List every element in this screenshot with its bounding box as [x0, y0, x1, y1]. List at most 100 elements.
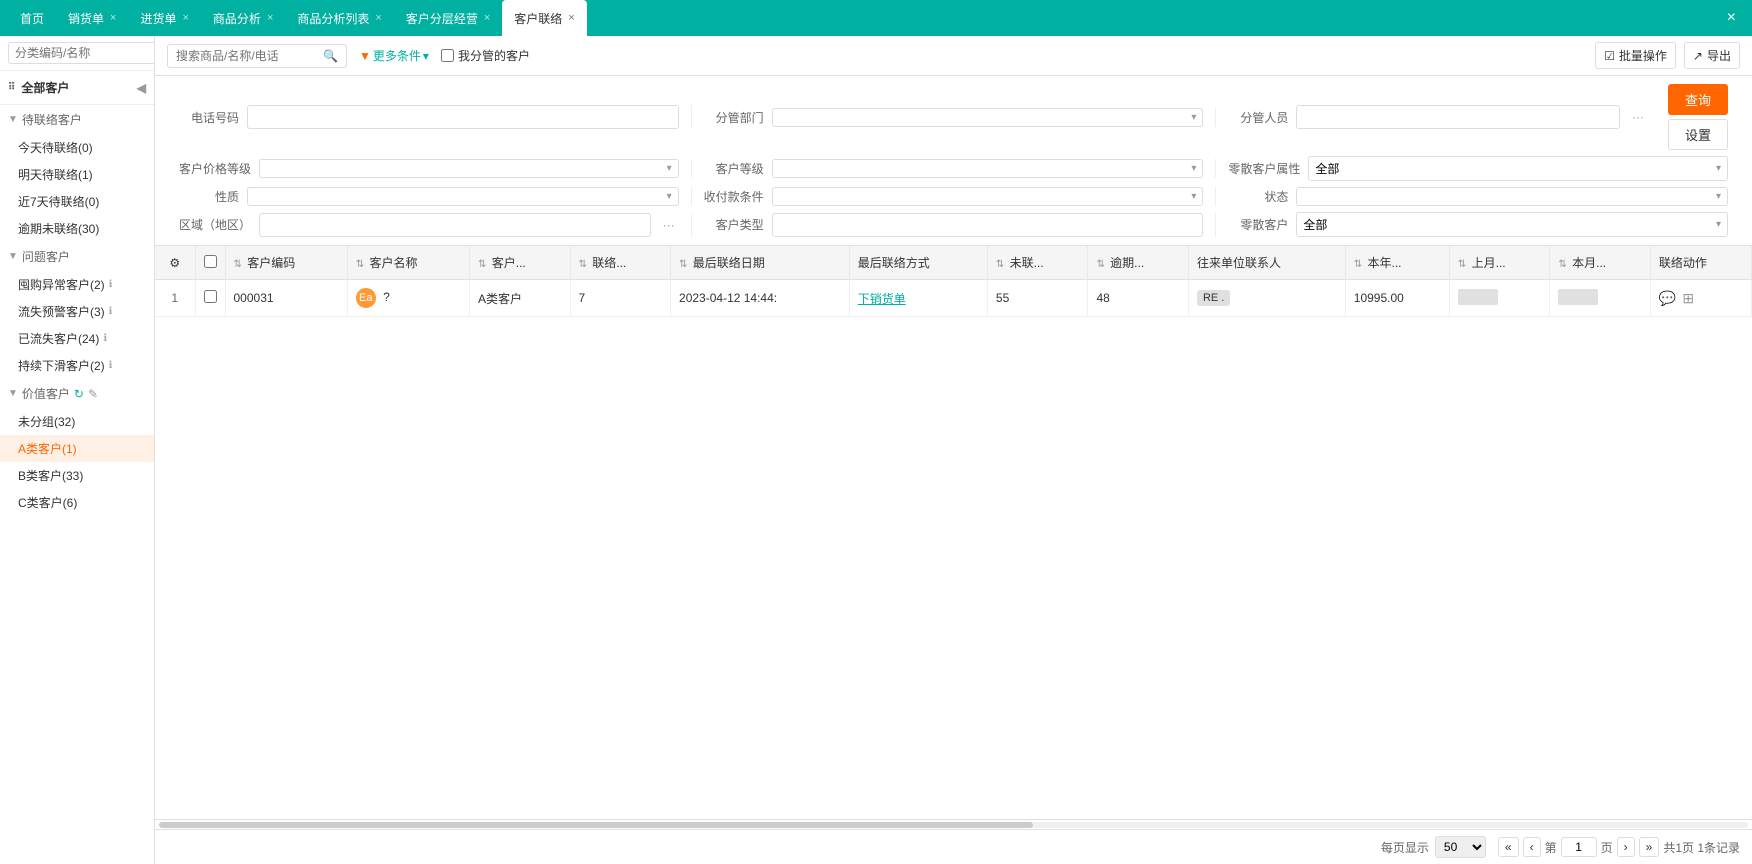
my-customer-checkbox[interactable] — [441, 49, 454, 62]
col-sort-icon-2: ⇅ — [356, 259, 364, 270]
total-text: 共1页 1条记录 — [1663, 839, 1740, 856]
sidebar-item-churned[interactable]: 已流失客户(24) ℹ — [0, 325, 154, 352]
filter-payment-select[interactable]: ▾ — [772, 187, 1204, 206]
batch-op-btn[interactable]: ☑ 批量操作 — [1595, 42, 1676, 69]
col-last-date: ⇅ 最后联络日期 — [671, 246, 850, 280]
col-settings[interactable]: ⚙ — [155, 246, 195, 280]
table-area: ⚙ ⇅ 客户编码 ⇅ 客户名称 — [155, 246, 1752, 819]
row-checkbox[interactable] — [204, 290, 217, 303]
setting-button[interactable]: 设置 — [1668, 119, 1728, 150]
query-button[interactable]: 查询 — [1668, 84, 1728, 115]
sidebar-item-class-c[interactable]: C类客户(6) — [0, 489, 154, 516]
cell-action: 💬 ⊞ — [1650, 280, 1751, 317]
sidebar-item-tomorrow[interactable]: 明天待联络(1) — [0, 161, 154, 188]
sidebar-item-class-a[interactable]: A类客户(1) — [0, 435, 154, 462]
cell-name: Ea ? — [347, 280, 469, 317]
close-product-analysis-tab[interactable]: × — [267, 12, 273, 24]
filter-toolbar: 🔍 ▼ 更多条件 ▾ 我分管的客户 ☑ 批量操作 ↗ 导出 — [155, 36, 1752, 76]
filter-dept-select[interactable]: ▾ — [772, 108, 1204, 127]
tab-customer-tier[interactable]: 客户分层经营 × — [394, 0, 502, 36]
filter-phone: 电话号码 — [167, 105, 692, 129]
sidebar-item-ungroup[interactable]: 未分组(32) — [0, 408, 154, 435]
sidebar-item-abnormal[interactable]: 囤购异常客户(2) ℹ — [0, 271, 154, 298]
sidebar-collapse-btn[interactable]: ◀ — [137, 81, 146, 95]
refresh-icon[interactable]: ↻ — [74, 387, 84, 401]
export-btn[interactable]: ↗ 导出 — [1684, 42, 1740, 69]
tab-sales[interactable]: 销货单 × — [56, 0, 128, 36]
person-tag: RE . — [1197, 290, 1230, 306]
sidebar-item-churn-warning[interactable]: 流失预警客户(3) ℹ — [0, 298, 154, 325]
col-name: ⇅ 客户名称 — [347, 246, 469, 280]
sidebar-item-today[interactable]: 今天待联络(0) — [0, 134, 154, 161]
tab-product-analysis[interactable]: 商品分析 × — [201, 0, 285, 36]
filter-customer-level-select[interactable]: ▾ — [772, 159, 1204, 178]
cell-last-method[interactable]: 下销货单 — [849, 280, 987, 317]
edit-icon[interactable]: ✎ — [88, 387, 98, 401]
tab-purchase[interactable]: 进货单 × — [128, 0, 200, 36]
dots-btn-2[interactable]: ··· — [659, 216, 679, 234]
sidebar-item-overdue[interactable]: 逾期未联络(30) — [0, 215, 154, 242]
filter-nature-select[interactable]: ▾ — [247, 187, 679, 206]
scrollbar-thumb[interactable] — [159, 822, 1033, 828]
sidebar-group-pending-title[interactable]: ▼ 待联络客户 — [0, 105, 154, 134]
sidebar-group-problem: ▼ 问题客户 囤购异常客户(2) ℹ 流失预警客户(3) ℹ 已流失客户(24)… — [0, 242, 154, 379]
filter-phone-input[interactable] — [247, 105, 679, 129]
next-page-btn[interactable]: › — [1617, 837, 1635, 857]
first-page-btn[interactable]: « — [1498, 837, 1519, 857]
filter-region: 区域（地区） ··· — [167, 213, 692, 237]
page-unit: 页 — [1601, 839, 1613, 856]
filter-price-select[interactable]: ▾ — [259, 159, 679, 178]
prev-page-btn[interactable]: ‹ — [1523, 837, 1541, 857]
filter-row-3: 性质 ▾ 收付款条件 ▾ 状态 — [167, 187, 1740, 206]
close-all-btn[interactable]: × — [1719, 5, 1744, 31]
cell-person: RE . — [1188, 280, 1345, 317]
main-search-icon[interactable]: 🔍 — [323, 49, 338, 63]
export-icon: ↗ — [1693, 49, 1703, 63]
action-btns: 查询 设置 — [1656, 84, 1728, 150]
page-input[interactable] — [1561, 837, 1597, 857]
close-product-analysis-list-tab[interactable]: × — [375, 12, 381, 24]
close-sales-tab[interactable]: × — [110, 12, 116, 24]
more-filter-btn[interactable]: ▼ 更多条件 ▾ — [359, 47, 429, 64]
col-sort-icon-9: ⇅ — [1458, 259, 1466, 270]
last-page-btn[interactable]: » — [1639, 837, 1660, 857]
close-purchase-tab[interactable]: × — [182, 12, 188, 24]
filter-customer-type-input[interactable] — [772, 213, 1204, 237]
filter-person-input[interactable] — [1296, 105, 1620, 129]
message-icon[interactable]: 💬 — [1659, 290, 1676, 307]
this-month-placeholder — [1558, 289, 1598, 305]
qr-icon[interactable]: ⊞ — [1682, 290, 1694, 307]
page-size-select[interactable]: 50 20 100 200 — [1435, 836, 1486, 858]
sidebar-group-problem-title[interactable]: ▼ 问题客户 — [0, 242, 154, 271]
info-icon-4: ℹ — [109, 360, 113, 371]
sidebar-item-7days[interactable]: 近7天待联络(0) — [0, 188, 154, 215]
sidebar-group-value-title[interactable]: ▼ 价值客户 ↻ ✎ — [0, 379, 154, 408]
cell-no-contact: 55 — [987, 280, 1088, 317]
col-no-contact: ⇅ 未联... — [987, 246, 1088, 280]
col-type: ⇅ 客户... — [470, 246, 571, 280]
select-all-checkbox[interactable] — [204, 255, 217, 268]
sidebar-item-declining[interactable]: 持续下滑客户(2) ℹ — [0, 352, 154, 379]
last-method-link[interactable]: 下销货单 — [858, 292, 906, 306]
top-nav: 首页 销货单 × 进货单 × 商品分析 × 商品分析列表 × 客户分层经营 × … — [0, 0, 1752, 36]
close-customer-tier-tab[interactable]: × — [484, 12, 490, 24]
dots-btn-1[interactable]: ··· — [1628, 108, 1648, 126]
filter-status-select[interactable]: ▾ — [1296, 187, 1728, 206]
main-search-input[interactable] — [176, 49, 319, 63]
filter-region-input[interactable] — [259, 213, 651, 237]
sidebar-search-input[interactable] — [8, 42, 155, 64]
my-customer-checkbox-area[interactable]: 我分管的客户 — [441, 47, 530, 64]
horizontal-scrollbar[interactable] — [155, 819, 1752, 829]
filter-retail-select[interactable]: 全部 ▾ — [1296, 212, 1728, 237]
filter-retail-attr-select[interactable]: 全部 ▾ — [1308, 156, 1728, 181]
col-sort-icon-5: ⇅ — [679, 259, 687, 270]
col-sort-icon-7: ⇅ — [1096, 259, 1104, 270]
col-person: 往来单位联系人 — [1188, 246, 1345, 280]
tab-home[interactable]: 首页 — [8, 0, 56, 36]
sidebar-item-class-b[interactable]: B类客户(33) — [0, 462, 154, 489]
tab-customer-contact[interactable]: 客户联络 × — [502, 0, 586, 36]
tab-product-analysis-list[interactable]: 商品分析列表 × — [285, 0, 393, 36]
filter-retail-label: 零散客户 — [1228, 216, 1288, 233]
close-customer-contact-tab[interactable]: × — [568, 12, 574, 24]
settings-icon[interactable]: ⚙ — [169, 256, 180, 270]
